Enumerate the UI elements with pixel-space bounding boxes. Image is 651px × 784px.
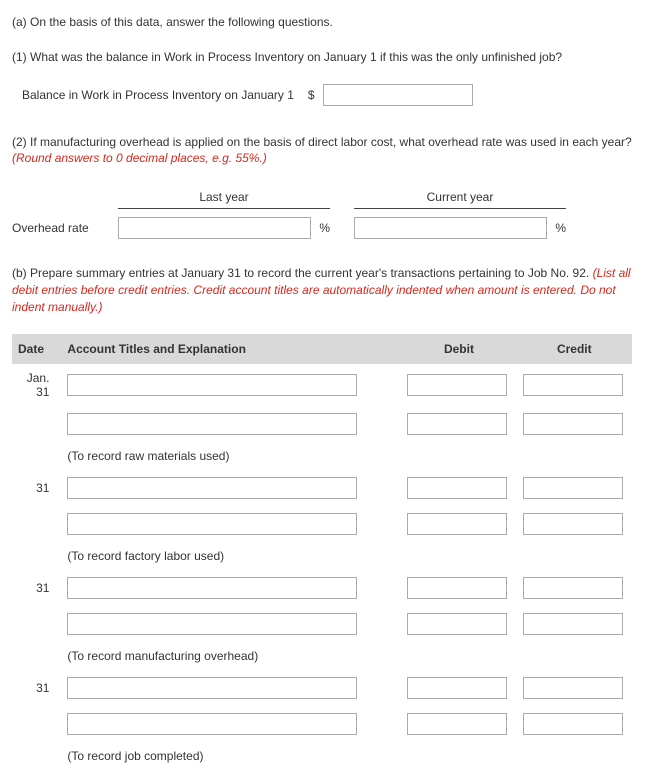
col-acct: Account Titles and Explanation [61,334,401,364]
q2-plain: (2) If manufacturing overhead is applied… [12,135,632,149]
dollar-sign: $ [308,88,315,102]
table-row: 31 [12,570,632,606]
credit-input[interactable] [523,577,623,599]
q1-answer-row: Balance in Work in Process Inventory on … [22,84,639,106]
table-row [12,706,632,742]
question-2-text: (2) If manufacturing overhead is applied… [12,134,639,168]
entry-note-row: (To record manufacturing overhead) [12,642,632,670]
debit-input[interactable] [407,577,507,599]
account-title-input[interactable] [67,413,357,435]
overhead-col-lastyear: Last year [118,190,330,209]
credit-input[interactable] [523,677,623,699]
overhead-table: Last year Current year Overhead rate % % [12,185,639,239]
col-credit: Credit [517,334,632,364]
entry-note-row: (To record factory labor used) [12,542,632,570]
overhead-col-currentyear: Current year [354,190,566,209]
account-title-input[interactable] [67,477,357,499]
entry-note-row: (To record job completed) [12,742,632,770]
overhead-rate-lastyear-input[interactable] [118,217,311,239]
date-cell: 31 [12,470,61,506]
credit-input[interactable] [523,477,623,499]
percent-sign: % [555,221,566,235]
journal-header-row: Date Account Titles and Explanation Debi… [12,334,632,364]
date-cell: 31 [12,570,61,606]
journal-entry-table: Date Account Titles and Explanation Debi… [12,334,632,770]
credit-input[interactable] [523,613,623,635]
col-date: Date [12,334,61,364]
q2-hint: (Round answers to 0 decimal places, e.g.… [12,151,267,165]
debit-input[interactable] [407,713,507,735]
entry-note: (To record factory labor used) [61,542,632,570]
entry-note-row: (To record raw materials used) [12,442,632,470]
date-cell: 31 [12,670,61,706]
b-plain: (b) Prepare summary entries at January 3… [12,266,593,280]
debit-input[interactable] [407,613,507,635]
debit-input[interactable] [407,513,507,535]
account-title-input[interactable] [67,513,357,535]
section-b-text: (b) Prepare summary entries at January 3… [12,265,639,315]
overhead-rate-currentyear-input[interactable] [354,217,547,239]
credit-input[interactable] [523,413,623,435]
col-debit: Debit [401,334,516,364]
q1-balance-input[interactable] [323,84,473,106]
section-a-intro: (a) On the basis of this data, answer th… [12,14,639,31]
account-title-input[interactable] [67,677,357,699]
table-row: 31 [12,470,632,506]
table-row [12,506,632,542]
credit-input[interactable] [523,374,623,396]
table-row: Jan. 31 [12,364,632,406]
credit-input[interactable] [523,713,623,735]
question-1-text: (1) What was the balance in Work in Proc… [12,49,639,66]
account-title-input[interactable] [67,613,357,635]
credit-input[interactable] [523,513,623,535]
entry-note: (To record raw materials used) [61,442,632,470]
account-title-input[interactable] [67,713,357,735]
overhead-rate-label: Overhead rate [12,221,118,235]
table-row [12,606,632,642]
account-title-input[interactable] [67,577,357,599]
table-row [12,406,632,442]
debit-input[interactable] [407,477,507,499]
percent-sign: % [319,221,330,235]
debit-input[interactable] [407,413,507,435]
account-title-input[interactable] [67,374,357,396]
debit-input[interactable] [407,677,507,699]
debit-input[interactable] [407,374,507,396]
entry-note: (To record manufacturing overhead) [61,642,632,670]
q1-label: Balance in Work in Process Inventory on … [22,88,294,102]
table-row: 31 [12,670,632,706]
date-cell: Jan. 31 [12,364,61,406]
entry-note: (To record job completed) [61,742,632,770]
